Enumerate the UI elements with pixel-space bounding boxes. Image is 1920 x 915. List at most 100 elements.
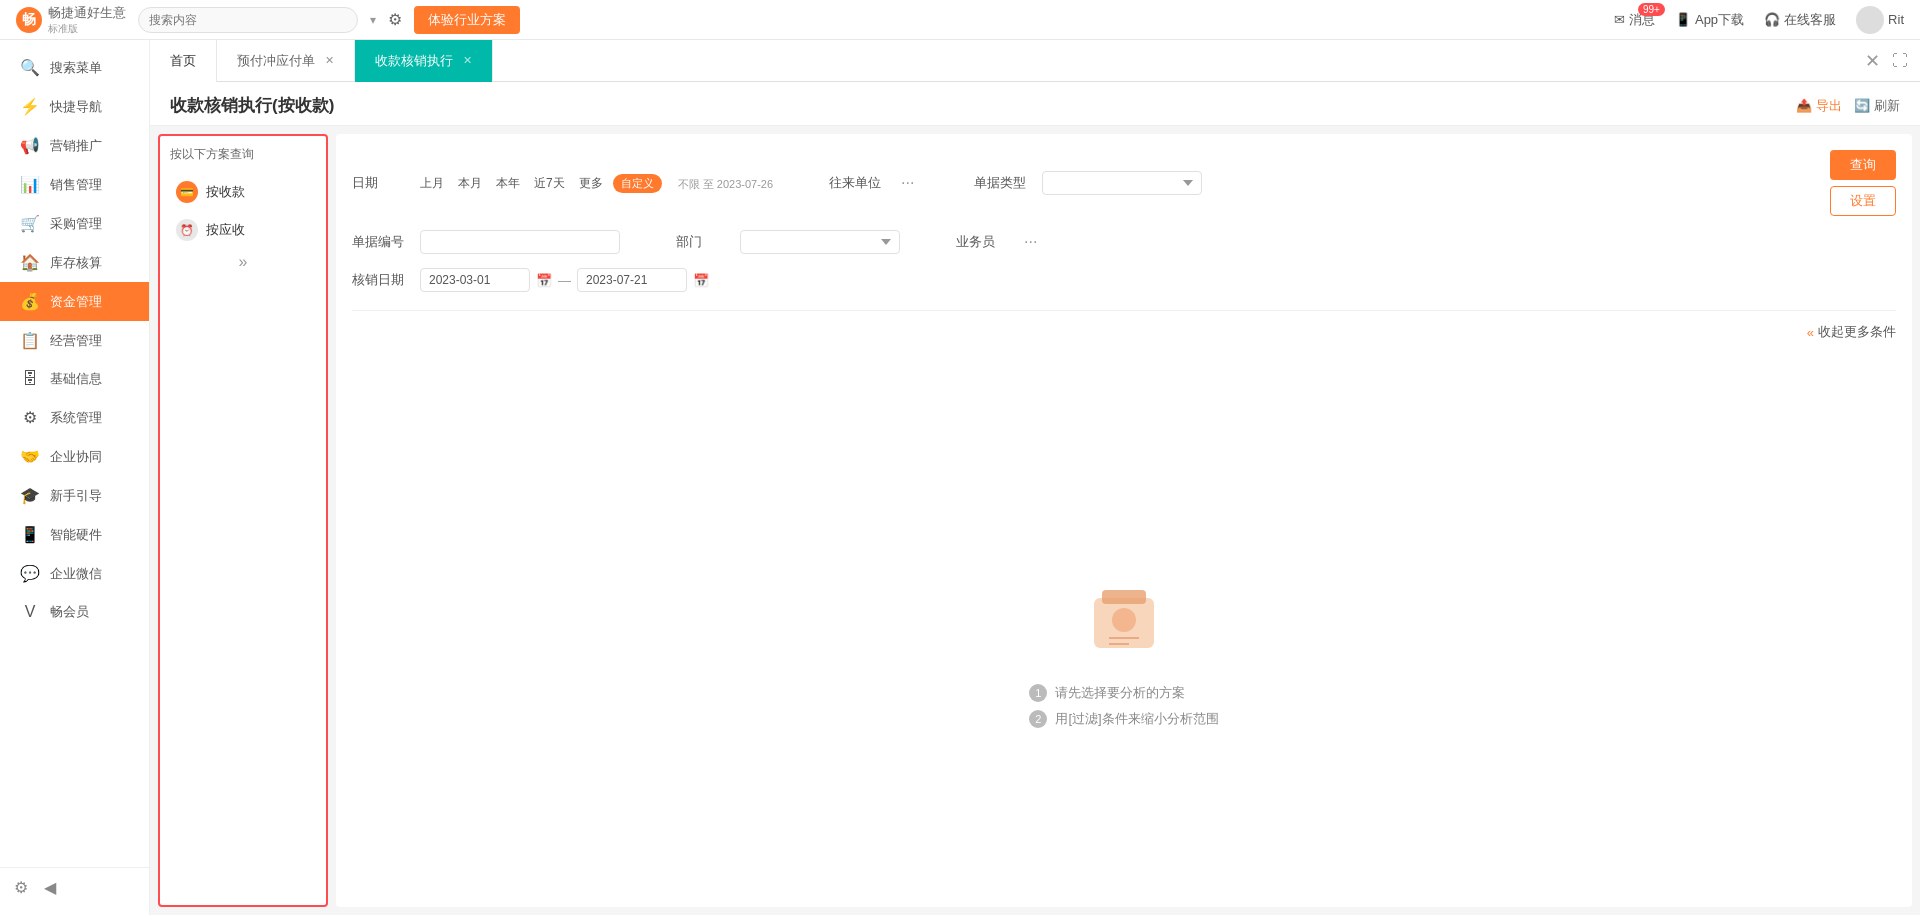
sidebar-item-label: 企业协同 [50,448,102,466]
verify-date-start[interactable] [420,268,530,292]
expand-tab-icon[interactable]: ⛶ [1888,48,1912,74]
app-download-button[interactable]: 📱 App下载 [1675,11,1744,29]
collapse-more-button[interactable]: « 收起更多条件 [1807,319,1896,345]
empty-hints: 1 请先选择要分析的方案 2 用[过滤]条件来缩小分析范围 [1029,684,1218,728]
doc-no-label: 单据编号 [352,233,404,251]
gear-icon[interactable]: ⚙ [388,10,402,29]
sidebar-item-business[interactable]: 📋 经营管理 [0,321,149,360]
sidebar-item-finance[interactable]: 💰 资金管理 [0,282,149,321]
empty-illustration [1074,568,1174,668]
filter-collapse-icon[interactable]: » [239,253,248,271]
date-custom-btn[interactable]: 自定义 [613,174,662,193]
calendar-start-icon[interactable]: 📅 [536,273,552,288]
message-button[interactable]: ✉ 消息 99+ [1614,11,1655,29]
logo-icon: 畅 [16,7,42,33]
query-actions: 查询 设置 [1830,150,1896,216]
doc-no-input[interactable] [420,230,620,254]
search-input[interactable] [138,7,358,33]
filter-panel-title: 按以下方案查询 [170,146,316,163]
main-wrapper: 🔍 搜索菜单 ⚡ 快捷导航 📢 营销推广 📊 销售管理 🛒 采购管理 🏠 库存核… [0,40,1920,915]
logo: 畅 畅捷通好生意 标准版 [16,4,126,36]
sidebar-bottom: ⚙ ◀ [0,867,149,907]
online-service-button[interactable]: 🎧 在线客服 [1764,11,1836,29]
date-quick-btns: 上月 本月 本年 近7天 更多 自定义 [416,173,662,194]
hint-2-num: 2 [1029,710,1047,728]
tab-close-active-icon[interactable]: ✕ [463,54,472,67]
calendar-end-icon[interactable]: 📅 [693,273,709,288]
quick-nav-icon: ⚡ [20,97,40,116]
sidebar-item-search[interactable]: 🔍 搜索菜单 [0,48,149,87]
export-button[interactable]: 📤 导出 [1796,97,1842,115]
sidebar-item-label: 智能硬件 [50,526,102,544]
sidebar-item-label: 新手引导 [50,487,102,505]
hint-2-text: 用[过滤]条件来缩小分析范围 [1055,710,1218,728]
hardware-icon: 📱 [20,525,40,544]
sidebar-item-label: 企业微信 [50,565,102,583]
app-icon: 📱 [1675,12,1691,27]
refresh-button[interactable]: 🔄 刷新 [1854,97,1900,115]
collapse-sidebar-icon[interactable]: ◀ [44,878,56,897]
user-menu[interactable]: Rit [1856,6,1904,34]
verify-date-label: 核销日期 [352,271,404,289]
empty-hint-1: 1 请先选择要分析的方案 [1029,684,1218,702]
export-icon: 📤 [1796,98,1812,113]
business-icon: 📋 [20,331,40,350]
tab-home[interactable]: 首页 [150,40,217,82]
verify-date-end[interactable] [577,268,687,292]
search-box[interactable] [138,7,358,33]
purchase-icon: 🛒 [20,214,40,233]
sidebar-item-wechat[interactable]: 💬 企业微信 [0,554,149,593]
sidebar-item-hardware[interactable]: 📱 智能硬件 [0,515,149,554]
guide-icon: 🎓 [20,486,40,505]
service-icon: 🎧 [1764,12,1780,27]
sidebar-item-enterprise[interactable]: 🤝 企业协同 [0,437,149,476]
sidebar-item-sales[interactable]: 📊 销售管理 [0,165,149,204]
settings-bottom-icon[interactable]: ⚙ [14,878,28,897]
wechat-icon: 💬 [20,564,40,583]
dept-select[interactable] [740,230,900,254]
sidebar-item-label: 经营管理 [50,332,102,350]
date-this-year-btn[interactable]: 本年 [492,173,524,194]
marketing-icon: 📢 [20,136,40,155]
filter-by-receivable[interactable]: ⏰ 按应收 [170,211,316,249]
receipt-filter-icon: 💳 [176,181,198,203]
dept-label: 部门 [676,233,724,251]
date-more-btn[interactable]: 更多 [575,173,607,194]
brand: 畅捷通好生意 标准版 [48,4,126,36]
staff-dots[interactable]: ··· [1020,233,1041,251]
date-this-month-btn[interactable]: 本月 [454,173,486,194]
sidebar-item-system[interactable]: ⚙ 系统管理 [0,398,149,437]
sidebar-item-purchase[interactable]: 🛒 采购管理 [0,204,149,243]
query-button[interactable]: 查询 [1830,150,1896,180]
date-last-month-btn[interactable]: 上月 [416,173,448,194]
content-area: 首页 预付冲应付单 ✕ 收款核销执行 ✕ ✕ ⛶ 收款核销执行(按收款) 📤 导… [150,40,1920,915]
industry-solution-button[interactable]: 体验行业方案 [414,6,520,34]
close-tab-icon[interactable]: ✕ [1861,46,1884,76]
date-7days-btn[interactable]: 近7天 [530,173,569,194]
tab-close-icon[interactable]: ✕ [325,54,334,67]
finance-icon: 💰 [20,292,40,311]
tab-receipt-verify[interactable]: 收款核销执行 ✕ [355,40,493,82]
sidebar-item-inventory[interactable]: 🏠 库存核算 [0,243,149,282]
username: Rit [1888,12,1904,27]
chevron-down-icon[interactable]: ▾ [370,13,376,27]
doc-type-select[interactable] [1042,171,1202,195]
date-limit-text: 不限 至 2023-07-26 [678,177,773,192]
sidebar-item-membership[interactable]: V 畅会员 [0,593,149,631]
avatar [1856,6,1884,34]
empty-state: 1 请先选择要分析的方案 2 用[过滤]条件来缩小分析范围 [352,405,1896,891]
sidebar-item-label: 系统管理 [50,409,102,427]
hint-1-text: 请先选择要分析的方案 [1055,684,1185,702]
tab-prepay[interactable]: 预付冲应付单 ✕ [217,40,355,82]
receivable-filter-icon: ⏰ [176,219,198,241]
settings-button[interactable]: 设置 [1830,186,1896,216]
filter-by-receipt[interactable]: 💳 按收款 [170,173,316,211]
sidebar-item-guide[interactable]: 🎓 新手引导 [0,476,149,515]
sidebar-item-basic-info[interactable]: 🗄 基础信息 [0,360,149,398]
svg-rect-1 [1102,590,1146,604]
verify-date-range: 📅 — 📅 [420,268,709,292]
message-badge: 99+ [1638,3,1665,16]
sidebar-item-quick-nav[interactable]: ⚡ 快捷导航 [0,87,149,126]
counterparty-dots[interactable]: ··· [897,174,918,192]
sidebar-item-marketing[interactable]: 📢 营销推广 [0,126,149,165]
